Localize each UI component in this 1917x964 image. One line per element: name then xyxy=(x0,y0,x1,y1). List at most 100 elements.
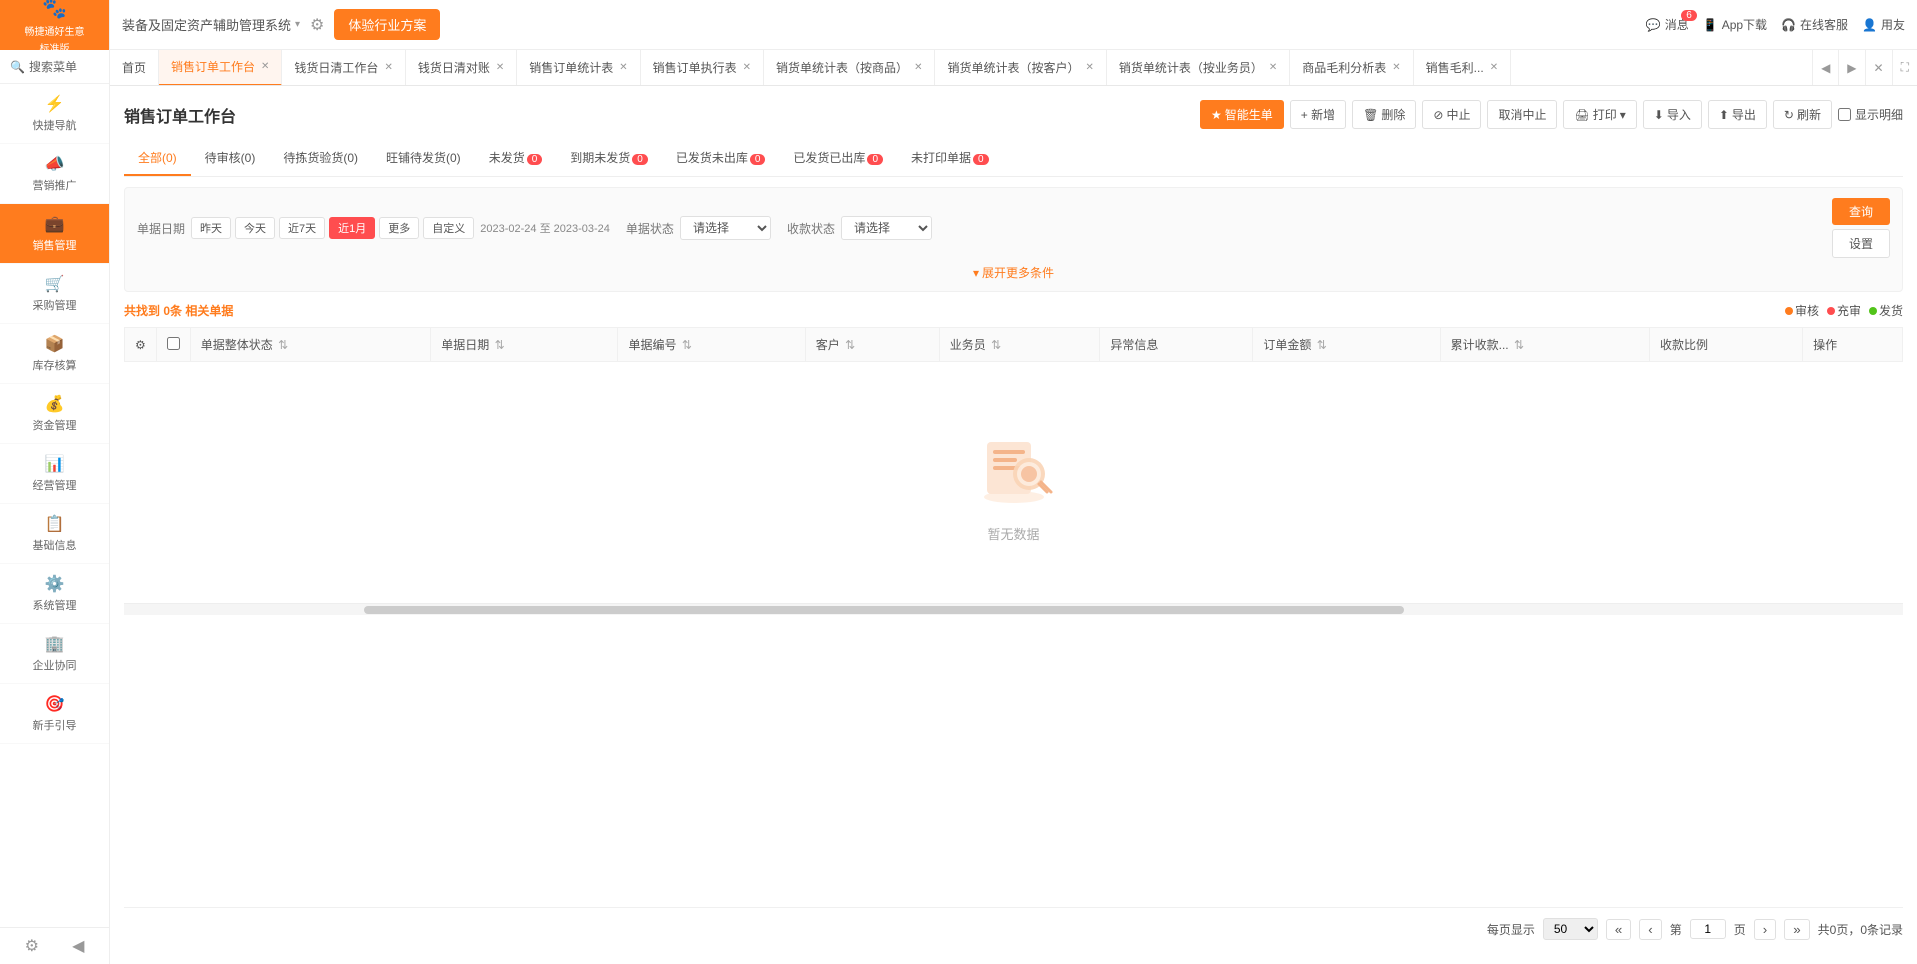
date-1month-button[interactable]: 近1月 xyxy=(329,217,375,239)
print-button[interactable]: 🖨 打印 ▾ xyxy=(1563,100,1636,129)
tab-gross-profit[interactable]: 商品毛利分析表 ✕ xyxy=(1290,50,1413,86)
col-collected-header[interactable]: 累计收款... ⇅ xyxy=(1440,328,1649,362)
tab-cash-reconcile[interactable]: 钱货日清对账 ✕ xyxy=(406,50,517,86)
system-title-dropdown[interactable]: 装备及固定资产辅助管理系统 ▾ xyxy=(122,15,300,34)
tab-close-icon[interactable]: ✕ xyxy=(384,62,392,73)
expand-conditions-button[interactable]: ▾ 展开更多条件 xyxy=(973,264,1054,281)
date-custom-button[interactable]: 自定义 xyxy=(423,217,474,239)
tab-sales-more[interactable]: 销售毛利... ✕ xyxy=(1414,50,1511,86)
tab-sale-summary-product[interactable]: 销货单统计表（按商品） ✕ xyxy=(764,50,935,86)
sidebar-item-corp[interactable]: 🏢 企业协同 xyxy=(0,624,109,684)
tab-close-icon[interactable]: ✕ xyxy=(1392,62,1400,73)
show-detail-checkbox[interactable]: 显示明细 xyxy=(1838,106,1903,123)
settings-icon[interactable]: ⚙ xyxy=(25,936,39,956)
settings-button[interactable]: 设置 xyxy=(1832,229,1890,258)
sidebar-item-quick[interactable]: ⚡ 快捷导航 xyxy=(0,84,109,144)
app-download-item[interactable]: 📱 App下载 xyxy=(1703,16,1767,33)
page-number-input[interactable] xyxy=(1690,919,1726,939)
tab-close-icon[interactable]: ✕ xyxy=(496,62,504,73)
tab-scroll-right-button[interactable]: ▶ xyxy=(1838,50,1864,86)
unaudit-action-button[interactable]: 充审 xyxy=(1827,302,1861,319)
cancel-stop-button[interactable]: 取消中止 xyxy=(1487,100,1557,129)
col-staff-header[interactable]: 业务员 ⇅ xyxy=(939,328,1100,362)
sidebar-item-purchase[interactable]: 🛒 采购管理 xyxy=(0,264,109,324)
sidebar-item-finance[interactable]: 💰 资金管理 xyxy=(0,384,109,444)
add-button[interactable]: + 新增 xyxy=(1290,100,1346,129)
tab-close-icon[interactable]: ✕ xyxy=(1490,62,1498,73)
export-button[interactable]: ⬆ 导出 xyxy=(1708,100,1767,129)
sidebar-item-system[interactable]: ⚙️ 系统管理 xyxy=(0,564,109,624)
column-settings-icon[interactable]: ⚙ xyxy=(135,338,146,352)
tab-close-icon[interactable]: ✕ xyxy=(914,62,922,73)
tab-close-icon[interactable]: ✕ xyxy=(1269,62,1277,73)
collapse-icon[interactable]: ◀ xyxy=(72,936,84,956)
date-7days-button[interactable]: 近7天 xyxy=(279,217,325,239)
refresh-button[interactable]: ↻ 刷新 xyxy=(1773,100,1832,129)
prev-page-button[interactable]: ‹ xyxy=(1639,919,1661,940)
tab-home[interactable]: 首页 xyxy=(110,50,159,86)
payment-select[interactable]: 请选择 xyxy=(841,216,932,240)
sidebar-item-marketing[interactable]: 📣 营销推广 xyxy=(0,144,109,204)
page-size-select[interactable]: 50 10 20 100 xyxy=(1543,918,1598,940)
tab-sale-summary-staff[interactable]: 销货单统计表（按业务员） ✕ xyxy=(1107,50,1290,86)
sidebar-item-inventory[interactable]: 📦 库存核算 xyxy=(0,324,109,384)
first-page-button[interactable]: « xyxy=(1606,919,1631,940)
import-button[interactable]: ⬇ 导入 xyxy=(1643,100,1702,129)
audit-action-button[interactable]: 审核 xyxy=(1785,302,1819,319)
date-more-button[interactable]: 更多 xyxy=(379,217,419,239)
date-today-button[interactable]: 今天 xyxy=(235,217,275,239)
filter-tab-overdue-ship[interactable]: 到期未发货0 xyxy=(556,141,662,176)
tab-sales-stats[interactable]: 销售订单统计表 ✕ xyxy=(517,50,640,86)
tab-close-icon[interactable]: ✕ xyxy=(619,62,627,73)
col-amount-header[interactable]: 订单金额 ⇅ xyxy=(1253,328,1440,362)
col-status-header[interactable]: 单据整体状态 ⇅ xyxy=(190,328,430,362)
tab-close-icon[interactable]: ✕ xyxy=(261,61,269,72)
sidebar-item-newbie[interactable]: 🎯 新手引导 xyxy=(0,684,109,744)
filter-tab-not-shipped[interactable]: 未发货0 xyxy=(475,141,557,176)
filter-tab-all[interactable]: 全部(0) xyxy=(124,141,191,176)
user-item[interactable]: 👤 用友 xyxy=(1862,16,1905,33)
select-all-checkbox[interactable] xyxy=(167,337,180,350)
query-button[interactable]: 查询 xyxy=(1832,198,1890,225)
filter-tab-not-printed[interactable]: 未打印单据0 xyxy=(897,141,1003,176)
solution-button[interactable]: 体验行业方案 xyxy=(334,9,440,40)
col-number-header[interactable]: 单据编号 ⇅ xyxy=(618,328,805,362)
next-page-button[interactable]: › xyxy=(1754,919,1776,940)
tab-cash-daily[interactable]: 钱货日清工作台 ✕ xyxy=(282,50,405,86)
sidebar-logo[interactable]: 🐾 畅捷通好生意 标准版 xyxy=(0,0,109,50)
filter-tab-wangpu-ship[interactable]: 旺铺待发货(0) xyxy=(372,141,475,176)
tab-fullscreen-button[interactable]: ⛶ xyxy=(1892,50,1917,86)
ship-action-button[interactable]: 发货 xyxy=(1869,302,1903,319)
status-select[interactable]: 请选择 xyxy=(680,216,771,240)
sidebar-item-operations[interactable]: 📊 经营管理 xyxy=(0,444,109,504)
filter-tab-shipped-out[interactable]: 已发货已出库0 xyxy=(779,141,897,176)
sidebar-item-sales[interactable]: 💼 销售管理 xyxy=(0,204,109,264)
message-item[interactable]: 💬 消息 6 xyxy=(1646,16,1689,33)
tab-close-icon[interactable]: ✕ xyxy=(743,62,751,73)
scrollbar-area[interactable] xyxy=(124,603,1903,615)
smart-create-button[interactable]: ★ 智能生单 xyxy=(1200,100,1284,129)
tab-sale-summary-customer[interactable]: 销货单统计表（按客户） ✕ xyxy=(935,50,1106,86)
date-yesterday-button[interactable]: 昨天 xyxy=(191,217,231,239)
scrollbar-thumb[interactable] xyxy=(364,606,1404,614)
last-page-button[interactable]: » xyxy=(1784,919,1809,940)
tab-sale-summary-customer-label: 销货单统计表（按客户） xyxy=(947,59,1079,76)
tab-sales-order[interactable]: 销售订单工作台 ✕ xyxy=(159,50,282,86)
filter-tab-not-printed-label: 未打印单据 xyxy=(911,151,971,165)
tab-sales-exec[interactable]: 销售订单执行表 ✕ xyxy=(641,50,764,86)
tab-scroll-left-button[interactable]: ◀ xyxy=(1812,50,1838,86)
sidebar-item-basic[interactable]: 📋 基础信息 xyxy=(0,504,109,564)
sidebar-search[interactable]: 🔍 搜索菜单 xyxy=(0,50,109,84)
stop-button[interactable]: ⊘ 中止 xyxy=(1422,100,1481,129)
settings-gear-icon[interactable]: ⚙ xyxy=(310,15,324,35)
filter-tab-pending-review[interactable]: 待审核(0) xyxy=(191,141,270,176)
service-item[interactable]: 🎧 在线客服 xyxy=(1781,16,1848,33)
filter-tab-pending-inspect[interactable]: 待拣货验货(0) xyxy=(269,141,372,176)
tab-close-current-button[interactable]: ✕ xyxy=(1865,50,1892,86)
col-date-header[interactable]: 单据日期 ⇅ xyxy=(431,328,618,362)
delete-button[interactable]: 🗑 删除 xyxy=(1352,100,1416,129)
tab-close-icon[interactable]: ✕ xyxy=(1085,62,1093,73)
col-customer-header[interactable]: 客户 ⇅ xyxy=(805,328,939,362)
filter-tab-shipped-not-out[interactable]: 已发货未出库0 xyxy=(662,141,780,176)
show-detail-input[interactable] xyxy=(1838,108,1851,121)
